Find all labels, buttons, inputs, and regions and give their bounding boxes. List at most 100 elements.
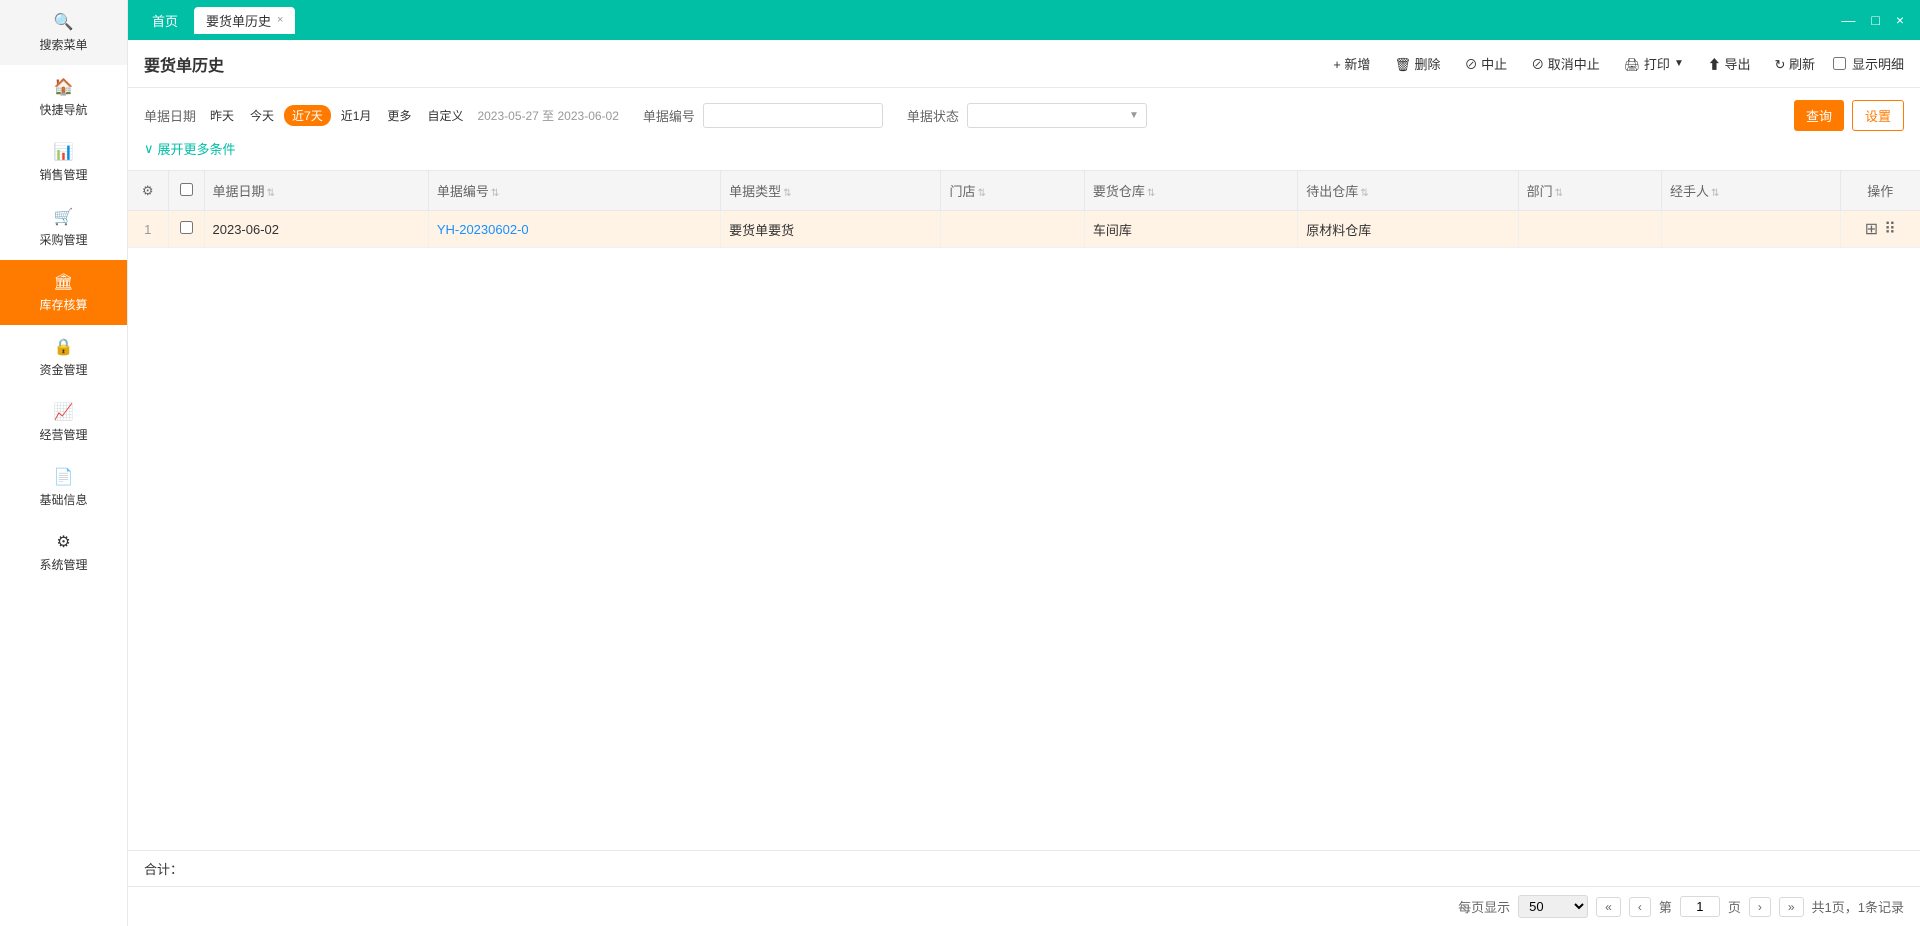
print-button[interactable]: 🖨 打印 ▼ xyxy=(1618,50,1690,77)
sidebar-item-purchase-mgmt[interactable]: 🛒 采购管理 xyxy=(0,195,127,260)
date-btn-7days[interactable]: 近7天 xyxy=(284,105,331,126)
print-dropdown-icon: ▼ xyxy=(1674,58,1684,69)
goto-label: 第 xyxy=(1659,897,1672,916)
date-btn-yesterday[interactable]: 昨天 xyxy=(204,105,240,126)
per-page-label: 每页显示 xyxy=(1458,897,1510,916)
window-close-button[interactable]: × xyxy=(1892,10,1908,30)
col-settings[interactable]: ⚙ xyxy=(128,171,168,211)
stop-button[interactable]: ⊘ 中止 xyxy=(1459,50,1514,77)
tab-active[interactable]: 要货单历史 × xyxy=(194,7,295,34)
search-menu-icon: 🔍 xyxy=(54,12,74,32)
table-row: 1 2023-06-02 YH-20230602-0 要货单要货 车间库 原材料… xyxy=(128,211,1920,248)
sidebar-item-label: 经营管理 xyxy=(39,426,87,443)
table-header: ⚙ 单据日期⇅ 单据编号⇅ 单据类型⇅ xyxy=(128,171,1920,211)
sidebar-item-system-mgmt[interactable]: ⚙系统管理 xyxy=(0,520,127,585)
sidebar-item-label: 销售管理 xyxy=(39,166,87,183)
display-detail-checkbox[interactable] xyxy=(1833,57,1846,70)
first-page-button[interactable]: « xyxy=(1596,897,1621,917)
date-range-display: 2023-05-27 至 2023-06-02 xyxy=(477,107,618,124)
page-size-select[interactable]: 50 10 20 100 xyxy=(1518,895,1588,918)
date-btn-1month[interactable]: 近1月 xyxy=(335,105,378,126)
col-store[interactable]: 门店⇅ xyxy=(941,171,1084,211)
sidebar-item-operation-mgmt[interactable]: 📈经营管理 xyxy=(0,390,127,455)
display-detail-toggle[interactable]: 显示明细 xyxy=(1833,54,1904,73)
status-filter-label: 单据状态 xyxy=(907,106,959,125)
cell-index: 1 xyxy=(128,211,168,248)
minimize-button[interactable]: — xyxy=(1837,10,1859,30)
finance-mgmt-icon: 🔒 xyxy=(54,337,74,357)
topbar: 首页 要货单历史 × — □ × xyxy=(128,0,1920,40)
select-all-checkbox[interactable] xyxy=(180,183,193,196)
sidebar-item-inventory[interactable]: 🏛库存核算 xyxy=(0,260,127,325)
content-area: 要货单历史 + 新增 🗑 删除 ⊘ 中止 ⊘ 取消中止 🖨 打印 ▼ xyxy=(128,40,1920,926)
cell-doc-type: 要货单要货 xyxy=(721,211,941,248)
sidebar-item-finance-mgmt[interactable]: 🔒 资金管理 xyxy=(0,325,127,390)
sort-req-wh-icon: ⇅ xyxy=(1147,188,1155,199)
sidebar-item-quick-nav[interactable]: 🏠快捷导航 xyxy=(0,65,127,130)
last-page-button[interactable]: » xyxy=(1779,897,1804,917)
status-select[interactable] xyxy=(967,103,1147,128)
col-handler[interactable]: 经手人⇅ xyxy=(1662,171,1840,211)
more-action-icon[interactable]: ⠿ xyxy=(1884,219,1896,239)
sort-handler-icon: ⇅ xyxy=(1711,188,1719,199)
cell-checkbox xyxy=(168,211,204,248)
col-doc-type[interactable]: 单据类型⇅ xyxy=(721,171,941,211)
expand-more-btn[interactable]: ∨ 展开更多条件 xyxy=(144,139,1904,158)
export-button[interactable]: ⬆ 导出 xyxy=(1702,50,1757,77)
maximize-button[interactable]: □ xyxy=(1867,10,1883,30)
date-btn-more[interactable]: 更多 xyxy=(381,105,417,126)
expand-more-label: 展开更多条件 xyxy=(158,139,236,158)
date-btn-custom[interactable]: 自定义 xyxy=(421,105,469,126)
prev-page-button[interactable]: ‹ xyxy=(1629,897,1651,917)
col-checkbox xyxy=(168,171,204,211)
date-filter: 单据日期 昨天 今天 近7天 近1月 更多 自定义 2023-05-27 至 2… xyxy=(144,105,619,126)
summary-label: 合计： xyxy=(144,859,183,878)
sidebar-item-label: 采购管理 xyxy=(39,231,87,248)
date-filter-label: 单据日期 xyxy=(144,106,196,125)
col-department[interactable]: 部门⇅ xyxy=(1518,171,1661,211)
sidebar-item-basic-info[interactable]: 📄基础信息 xyxy=(0,455,127,520)
refresh-button[interactable]: ↻ 刷新 xyxy=(1768,50,1821,77)
sidebar-item-search-menu[interactable]: 🔍 搜索菜单 xyxy=(0,0,127,65)
basic-info-icon: 📄 xyxy=(54,467,74,487)
new-button[interactable]: + 新增 xyxy=(1327,50,1376,77)
quick-nav-icon: 🏠 xyxy=(54,77,74,97)
delete-button[interactable]: 🗑 删除 xyxy=(1388,50,1446,77)
home-tab-label: 首页 xyxy=(152,11,178,30)
cell-req-warehouse: 车间库 xyxy=(1084,211,1297,248)
col-doc-no[interactable]: 单据编号⇅ xyxy=(428,171,720,211)
status-filter: 单据状态 xyxy=(907,103,1147,128)
col-doc-date[interactable]: 单据日期⇅ xyxy=(204,171,428,211)
cancel-stop-button[interactable]: ⊘ 取消中止 xyxy=(1525,50,1606,77)
sort-doc-type-icon: ⇅ xyxy=(783,188,791,199)
sort-dept-icon: ⇅ xyxy=(1555,188,1563,199)
system-mgmt-icon: ⚙ xyxy=(56,532,70,552)
close-tab-icon[interactable]: × xyxy=(277,14,283,26)
table-area: ⚙ 单据日期⇅ 单据编号⇅ 单据类型⇅ xyxy=(128,171,1920,850)
date-btn-today[interactable]: 今天 xyxy=(244,105,280,126)
pagination-bar: 每页显示 50 10 20 100 « ‹ 第 页 › » 共1页，1条记录 xyxy=(128,886,1920,926)
row-checkbox[interactable] xyxy=(180,221,193,234)
tab-home[interactable]: 首页 xyxy=(140,7,190,34)
purchase-mgmt-icon: 🛒 xyxy=(54,207,74,227)
sort-doc-date-icon: ⇅ xyxy=(267,188,275,199)
table-header-row: ⚙ 单据日期⇅ 单据编号⇅ 单据类型⇅ xyxy=(128,171,1920,211)
settings-button[interactable]: 设置 xyxy=(1852,100,1904,131)
cell-store xyxy=(941,211,1084,248)
docno-input[interactable] xyxy=(703,103,883,128)
sidebar-item-label: 资金管理 xyxy=(39,361,87,378)
query-button[interactable]: 查询 xyxy=(1794,100,1844,131)
col-pending-warehouse[interactable]: 待出仓库⇅ xyxy=(1298,171,1518,211)
sidebar-item-sales-mgmt[interactable]: 📊销售管理 xyxy=(0,130,127,195)
cell-operation: ⊞ ⠿ xyxy=(1840,211,1920,248)
page-input[interactable] xyxy=(1680,896,1720,917)
next-page-button[interactable]: › xyxy=(1749,897,1771,917)
view-action-icon[interactable]: ⊞ xyxy=(1865,219,1878,239)
table-footer: 合计： xyxy=(128,850,1920,886)
docno-filter-label: 单据编号 xyxy=(643,106,695,125)
col-req-warehouse[interactable]: 要货仓库⇅ xyxy=(1084,171,1297,211)
doc-no-link[interactable]: YH-20230602-0 xyxy=(437,222,529,237)
cell-doc-no: YH-20230602-0 xyxy=(428,211,720,248)
sidebar-item-label: 搜索菜单 xyxy=(39,36,87,53)
filter-row-1: 单据日期 昨天 今天 近7天 近1月 更多 自定义 2023-05-27 至 2… xyxy=(144,100,1904,131)
